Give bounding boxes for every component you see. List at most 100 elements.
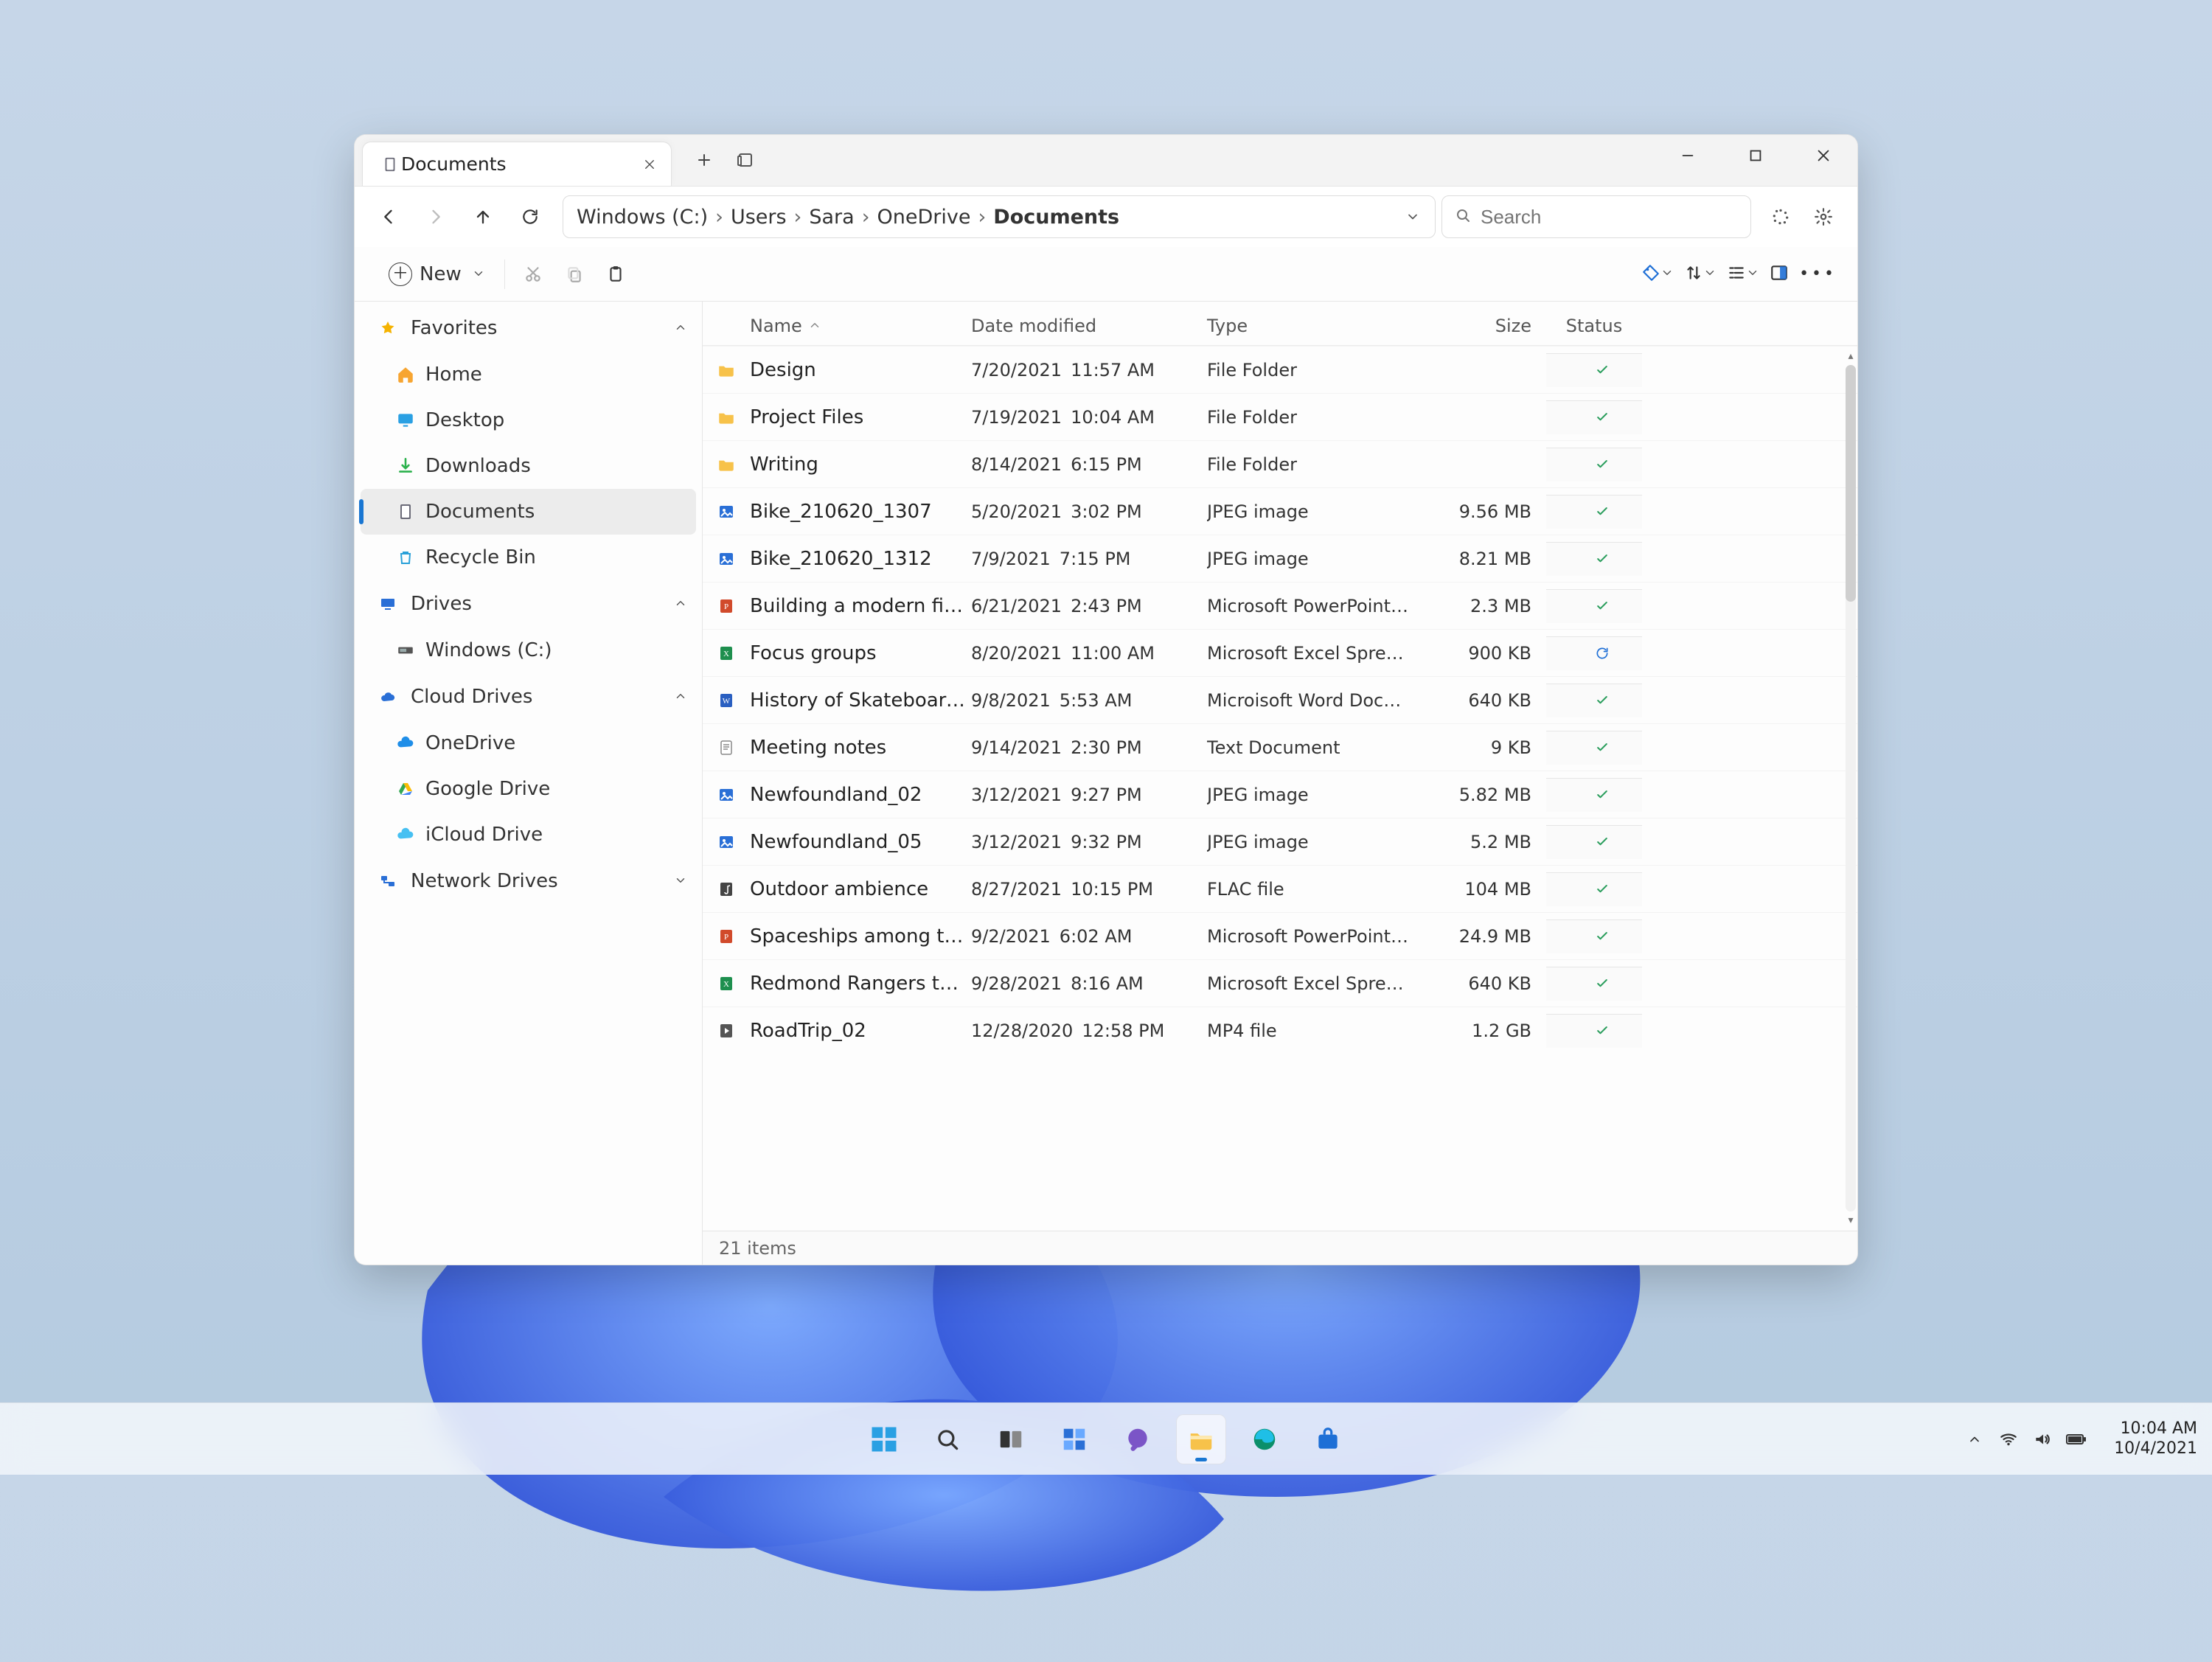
table-row[interactable]: Newfoundland_023/12/20219:27 PMJPEG imag… [703,771,1857,818]
widgets-button[interactable] [1049,1414,1099,1464]
task-view-button[interactable] [986,1414,1036,1464]
sidebar-item-google-drive[interactable]: Google Drive [361,766,696,812]
close-button[interactable] [1790,135,1857,176]
chevron-up-icon[interactable] [674,593,687,615]
breadcrumb-seg-3[interactable]: OneDrive [877,206,971,229]
breadcrumb-seg-0[interactable]: Windows (C:) [577,206,708,229]
table-row[interactable]: XRedmond Rangers triat…9/28/20218:16 AMM… [703,959,1857,1006]
table-row[interactable]: Project Files7/19/202110:04 AMFile Folde… [703,393,1857,440]
table-row[interactable]: Writing8/14/20216:15 PMFile Folder [703,440,1857,487]
sidebar-section-network[interactable]: Network Drives [355,858,702,905]
table-row[interactable]: PSpaceships among the…9/2/20216:02 AMMic… [703,912,1857,959]
address-bar[interactable]: Windows (C:) › Users › Sara › OneDrive ›… [563,195,1436,238]
download-icon [394,456,417,476]
sidebar-section-favorites[interactable]: Favorites [355,305,702,352]
breadcrumb-seg-1[interactable]: Users [731,206,787,229]
new-button[interactable]: ＋ New [380,257,494,292]
sort-button[interactable] [1684,263,1703,285]
file-size: 640 KB [1413,690,1546,711]
chevron-down-icon[interactable] [674,870,687,892]
table-row[interactable]: WHistory of Skateboards9/8/20215:53 AMMi… [703,676,1857,723]
search-input[interactable] [1481,206,1739,229]
window-tab-documents[interactable]: Documents [362,142,672,186]
tab-close-button[interactable] [640,155,659,174]
sidebar-item-icloud[interactable]: iCloud Drive [361,812,696,858]
sidebar-item-desktop[interactable]: Desktop [361,397,696,443]
vertical-scrollbar[interactable]: ▴ ▾ [1846,350,1856,1226]
table-row[interactable]: PBuilding a modern file…6/21/20212:43 PM… [703,582,1857,629]
more-button[interactable]: ••• [1799,265,1837,283]
settings-button[interactable] [1804,198,1843,236]
chevron-down-icon[interactable] [1703,265,1717,283]
sidebar-item-label: Windows (C:) [425,639,552,661]
file-date: 6/21/20212:43 PM [971,596,1207,616]
svg-text:P: P [724,933,728,942]
battery-icon[interactable] [2062,1425,2090,1453]
maximize-button[interactable] [1722,135,1790,176]
column-size[interactable]: Size [1413,316,1546,336]
sidebar-item-windows-c[interactable]: Windows (C:) [361,627,696,673]
preview-pane-button[interactable] [1770,263,1789,285]
chevron-right-icon: › [715,206,723,229]
up-button[interactable] [462,196,504,237]
sidebar-section-drives[interactable]: Drives [355,580,702,627]
copy-button[interactable] [554,254,595,295]
paste-button[interactable] [595,254,636,295]
taskbar-clock[interactable]: 10:04 AM 10/4/2021 [2105,1419,2206,1458]
teams-chat-button[interactable] [1113,1414,1163,1464]
back-button[interactable] [368,196,409,237]
breadcrumb-seg-2[interactable]: Sara [809,206,854,229]
file-explorer-window: Documents [354,134,1858,1265]
sidebar-item-label: Desktop [425,409,504,431]
titlebar[interactable]: Documents [355,135,1857,187]
file-size: 900 KB [1413,643,1546,664]
column-date[interactable]: Date modified [971,316,1207,336]
edge-taskbar-icon[interactable] [1239,1414,1290,1464]
refresh-button[interactable] [509,196,551,237]
sidebar-item-home[interactable]: Home [361,352,696,397]
table-row[interactable]: Outdoor ambience8/27/202110:15 PMFLAC fi… [703,865,1857,912]
sidebar-section-cloud[interactable]: Cloud Drives [355,673,702,720]
file-name: Redmond Rangers triat… [750,973,971,995]
tags-button[interactable] [1641,263,1660,285]
table-row[interactable]: XFocus groups8/20/202111:00 AMMicrosoft … [703,629,1857,676]
tray-chevron-up-icon[interactable] [1961,1425,1989,1453]
chevron-down-icon[interactable] [1746,265,1759,283]
file-name: Project Files [750,406,971,428]
taskbar[interactable]: 10:04 AM 10/4/2021 [0,1402,2212,1475]
column-status[interactable]: Status [1546,316,1642,336]
search-box[interactable] [1441,195,1751,238]
table-row[interactable]: RoadTrip_0212/28/202012:58 PMMP4 file1.2… [703,1006,1857,1054]
table-row[interactable]: Bike_210620_13127/9/20217:15 PMJPEG imag… [703,535,1857,582]
tab-overview-button[interactable] [726,141,765,179]
wifi-icon[interactable] [1994,1425,2023,1453]
volume-icon[interactable] [2028,1425,2056,1453]
file-date: 9/28/20218:16 AM [971,973,1207,994]
column-name[interactable]: Name [750,316,971,336]
address-dropdown-button[interactable] [1397,201,1429,233]
chevron-up-icon[interactable] [674,317,687,339]
sidebar-item-label: iCloud Drive [425,824,543,846]
cut-button[interactable] [512,254,554,295]
chevron-down-icon[interactable] [1660,265,1674,283]
taskbar-search-button[interactable] [922,1414,973,1464]
store-taskbar-icon[interactable] [1303,1414,1353,1464]
sidebar-item-downloads[interactable]: Downloads [361,443,696,489]
view-button[interactable] [1727,263,1746,285]
sidebar-item-onedrive[interactable]: OneDrive [361,720,696,766]
start-button[interactable] [859,1414,909,1464]
table-row[interactable]: Design7/20/202111:57 AMFile Folder [703,346,1857,393]
table-row[interactable]: Bike_210620_13075/20/20213:02 PMJPEG ima… [703,487,1857,535]
new-tab-button[interactable] [685,141,723,179]
file-explorer-taskbar-icon[interactable] [1176,1414,1226,1464]
breadcrumb-seg-4[interactable]: Documents [993,206,1119,229]
table-row[interactable]: Newfoundland_053/12/20219:32 PMJPEG imag… [703,818,1857,865]
sidebar-item-recycle-bin[interactable]: Recycle Bin [361,535,696,580]
column-type[interactable]: Type [1207,316,1413,336]
sidebar-item-documents[interactable]: Documents [361,489,696,535]
table-row[interactable]: Meeting notes9/14/20212:30 PMText Docume… [703,723,1857,771]
sync-activity-icon[interactable] [1761,198,1800,236]
minimize-button[interactable] [1654,135,1722,176]
chevron-up-icon[interactable] [674,686,687,708]
forward-button[interactable] [415,196,456,237]
